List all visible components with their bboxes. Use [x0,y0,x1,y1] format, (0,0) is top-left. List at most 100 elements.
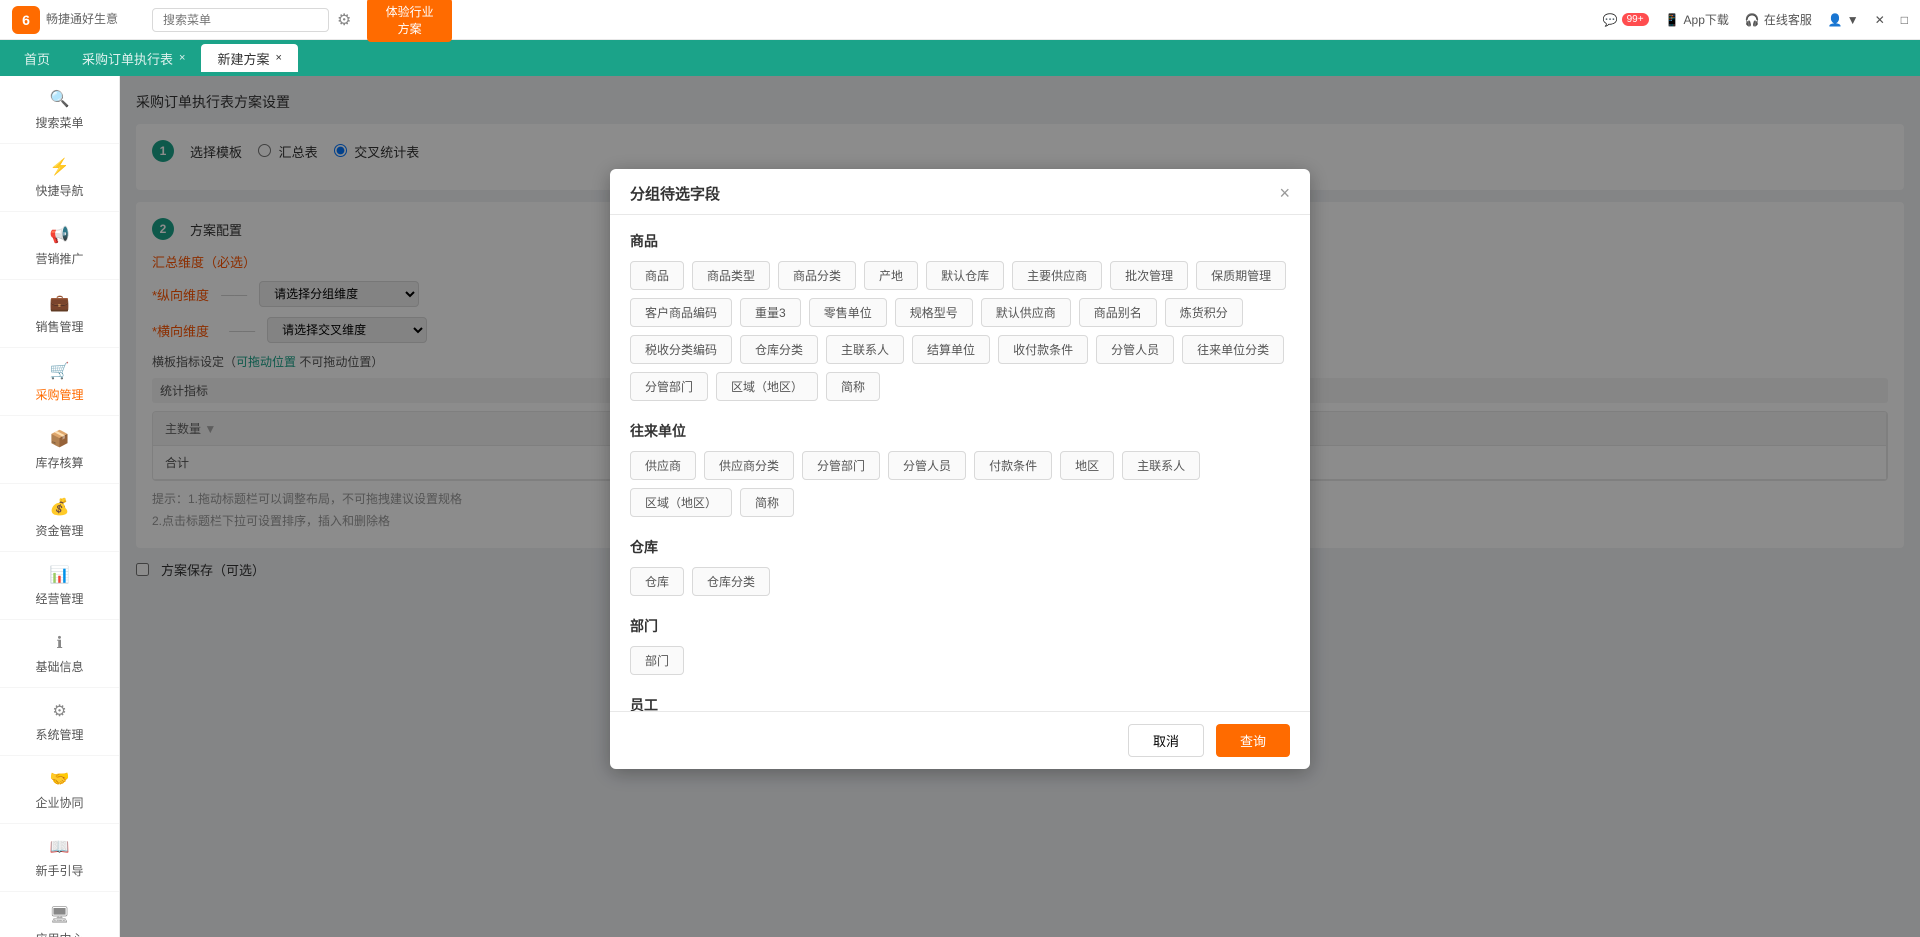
sidebar-marketing-label: 营销推广 [35,250,83,267]
sidebar-item-purchase[interactable]: 🛒 采购管理 [0,348,119,416]
field-tag-商品分类[interactable]: 商品分类 [778,261,856,290]
sidebar-item-app-center[interactable]: 🖥 应用中心 [0,892,119,937]
window-maximize-btn[interactable]: □ [1901,13,1908,27]
sidebar-item-search[interactable]: 🔍 搜索菜单 [0,76,119,144]
field-tag-付款条件[interactable]: 付款条件 [974,451,1052,480]
sidebar-item-inventory[interactable]: 📦 库存核算 [0,416,119,484]
field-tag-结算单位[interactable]: 结算单位 [912,335,990,364]
modal-body: 商品商品商品类型商品分类产地默认仓库主要供应商批次管理保质期管理客户商品编码重量… [610,215,1310,711]
field-tag-仓库分类[interactable]: 仓库分类 [740,335,818,364]
field-tag-仓库分类[interactable]: 仓库分类 [692,567,770,596]
sidebar-item-operations[interactable]: 📊 经营管理 [0,552,119,620]
field-tag-主联系人[interactable]: 主联系人 [1122,451,1200,480]
sidebar-item-finance[interactable]: 💰 资金管理 [0,484,119,552]
sidebar-sales-label: 销售管理 [35,318,83,335]
field-tag-批次管理[interactable]: 批次管理 [1110,261,1188,290]
modal-close-button[interactable]: × [1279,184,1290,202]
field-section-title-employee: 员工 [630,695,1290,711]
field-tag-主要供应商[interactable]: 主要供应商 [1012,261,1102,290]
field-tag-部门[interactable]: 部门 [630,646,684,675]
field-tag-规格型号[interactable]: 规格型号 [895,298,973,327]
field-tag-仓库[interactable]: 仓库 [630,567,684,596]
tab-purchase-order[interactable]: 采购订单执行表 × [66,44,201,72]
online-service-item[interactable]: 🎧 在线客服 [1745,11,1812,28]
close-icon: ✕ [1875,13,1885,27]
field-tag-分管部门[interactable]: 分管部门 [630,372,708,401]
field-tag-炼货积分[interactable]: 炼货积分 [1165,298,1243,327]
sidebar-item-sales[interactable]: 💼 销售管理 [0,280,119,348]
field-tag-供应商分类[interactable]: 供应商分类 [704,451,794,480]
field-tag-重量3[interactable]: 重量3 [740,298,801,327]
sidebar: 🔍 搜索菜单 ⚡ 快捷导航 📢 营销推广 💼 销售管理 🛒 采购管理 📦 库存核… [0,76,120,937]
field-tag-分管人员[interactable]: 分管人员 [1096,335,1174,364]
field-section-department: 部门部门 [630,616,1290,675]
logo-area: 6 畅捷通好生意 [12,6,132,34]
tab-new-plan[interactable]: 新建方案 × [201,44,297,72]
field-tag-收付款条件[interactable]: 收付款条件 [998,335,1088,364]
field-tag-零售单位[interactable]: 零售单位 [809,298,887,327]
inventory-icon: 📦 [49,428,71,450]
tab-new-plan-close[interactable]: × [275,52,281,64]
field-tag-默认仓库[interactable]: 默认仓库 [926,261,1004,290]
sidebar-purchase-label: 采购管理 [35,386,83,403]
field-tag-简称[interactable]: 简称 [826,372,880,401]
header-search-area: ⚙ 体验行业方案 [152,0,452,42]
header-right: 💬 99+ 📱 App下载 🎧 在线客服 👤 ▼ ✕ □ [1603,11,1908,28]
field-tag-分管人员[interactable]: 分管人员 [888,451,966,480]
tab-purchase-close[interactable]: × [179,52,185,64]
field-tag-区域（地区）[interactable]: 区域（地区） [630,488,732,517]
operations-icon: 📊 [49,564,71,586]
field-tag-主联系人[interactable]: 主联系人 [826,335,904,364]
sidebar-item-marketing[interactable]: 📢 营销推广 [0,212,119,280]
sidebar-inventory-label: 库存核算 [35,454,83,471]
user-avatar[interactable]: 👤 ▼ [1828,13,1859,27]
sidebar-item-enterprise[interactable]: 🤝 企业协同 [0,756,119,824]
modal-cancel-button[interactable]: 取消 [1128,724,1204,757]
field-tag-往来单位分类[interactable]: 往来单位分类 [1182,335,1284,364]
window-close-btn[interactable]: ✕ [1875,13,1885,27]
field-section-title-warehouse: 仓库 [630,537,1290,557]
field-tag-保质期管理[interactable]: 保质期管理 [1196,261,1286,290]
sidebar-item-basic-info[interactable]: ℹ 基础信息 [0,620,119,688]
field-tag-默认供应商[interactable]: 默认供应商 [981,298,1071,327]
download-icon: 📱 [1665,13,1680,27]
sidebar-item-system[interactable]: ⚙ 系统管理 [0,688,119,756]
field-tag-简称[interactable]: 简称 [740,488,794,517]
finance-icon: 💰 [49,496,71,518]
field-tag-客户商品编码[interactable]: 客户商品编码 [630,298,732,327]
system-icon: ⚙ [49,700,71,722]
modal-header: 分组待选字段 × [610,169,1310,215]
settings-icon[interactable]: ⚙ [337,10,351,30]
field-tag-商品[interactable]: 商品 [630,261,684,290]
field-section-warehouse: 仓库仓库仓库分类 [630,537,1290,596]
field-tag-地区[interactable]: 地区 [1060,451,1114,480]
sidebar-enterprise-label: 企业协同 [35,794,83,811]
tab-home[interactable]: 首页 [8,44,66,72]
field-section-title-partner: 往来单位 [630,421,1290,441]
sidebar-item-quick-nav[interactable]: ⚡ 快捷导航 [0,144,119,212]
sidebar-item-guide[interactable]: 📖 新手引导 [0,824,119,892]
field-tag-区域（地区）[interactable]: 区域（地区） [716,372,818,401]
sales-icon: 💼 [49,292,71,314]
modal-confirm-button[interactable]: 查询 [1216,724,1290,757]
sidebar-operations-label: 经营管理 [35,590,83,607]
tab-purchase-label: 采购订单执行表 [82,49,173,68]
field-tag-供应商[interactable]: 供应商 [630,451,696,480]
field-tag-税收分类编码[interactable]: 税收分类编码 [630,335,732,364]
message-item[interactable]: 💬 99+ [1603,13,1649,27]
search-input[interactable] [152,8,329,32]
field-tag-产地[interactable]: 产地 [864,261,918,290]
field-tag-商品别名[interactable]: 商品别名 [1079,298,1157,327]
user-icon: 👤 [1828,13,1843,27]
trial-button[interactable]: 体验行业方案 [367,0,452,42]
field-tags-product: 商品商品类型商品分类产地默认仓库主要供应商批次管理保质期管理客户商品编码重量3 零… [630,261,1290,401]
top-header: 6 畅捷通好生意 ⚙ 体验行业方案 💬 99+ 📱 App下载 🎧 在线客服 👤… [0,0,1920,40]
quick-nav-icon: ⚡ [49,156,71,178]
field-tag-分管部门[interactable]: 分管部门 [802,451,880,480]
maximize-icon: □ [1901,13,1908,27]
sidebar-finance-label: 资金管理 [35,522,83,539]
message-badge: 99+ [1622,13,1649,26]
field-tag-商品类型[interactable]: 商品类型 [692,261,770,290]
app-download-item[interactable]: 📱 App下载 [1665,11,1729,28]
field-section-product: 商品商品商品类型商品分类产地默认仓库主要供应商批次管理保质期管理客户商品编码重量… [630,231,1290,401]
